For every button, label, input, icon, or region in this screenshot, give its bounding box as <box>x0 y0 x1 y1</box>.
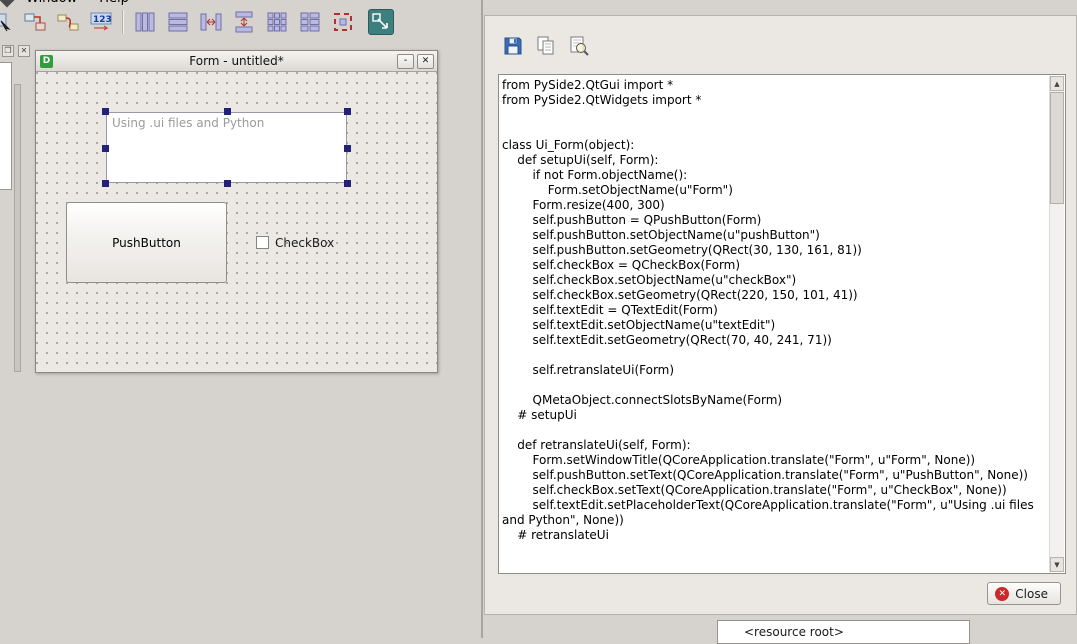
code-preview-dialog: from PySide2.QtGui import * from PySide2… <box>484 15 1077 615</box>
form-titlebar[interactable]: D Form - untitled* - ✕ <box>36 51 437 72</box>
layout-horizontal-icon[interactable] <box>133 10 157 34</box>
form-window-icon: D <box>40 55 53 68</box>
layout-grid-icon[interactable] <box>265 10 289 34</box>
menu-corner-icon <box>0 0 15 7</box>
resize-handle[interactable] <box>344 108 351 115</box>
scroll-up-icon[interactable]: ▲ <box>1050 76 1064 91</box>
splitter-horizontal-icon[interactable] <box>199 10 223 34</box>
close-window-button[interactable]: ✕ <box>417 54 434 69</box>
code-dialog-toolbar <box>501 34 591 58</box>
pushbutton-widget[interactable]: PushButton <box>66 202 227 283</box>
checkbox-box[interactable] <box>256 236 269 249</box>
save-icon[interactable] <box>501 34 525 58</box>
edit-signals-slots-icon[interactable] <box>23 10 47 34</box>
checkbox-label: CheckBox <box>275 236 334 250</box>
close-button-icon: ✕ <box>995 587 1009 601</box>
panel-divider <box>481 0 483 638</box>
dock-close-icon[interactable]: ✕ <box>18 45 30 57</box>
edit-tab-order-icon[interactable]: 123 <box>89 10 113 34</box>
resize-handle[interactable] <box>224 108 231 115</box>
resize-handle[interactable] <box>344 180 351 187</box>
edit-widgets-icon[interactable] <box>0 10 14 34</box>
layout-vertical-icon[interactable] <box>166 10 190 34</box>
menu-window[interactable]: Window <box>26 0 77 6</box>
close-button-label: Close <box>1015 587 1048 601</box>
resource-root-row[interactable]: <resource root> <box>717 620 970 644</box>
minimize-button[interactable]: - <box>397 54 414 69</box>
svg-text:123: 123 <box>93 15 112 25</box>
selection-handles <box>106 112 347 183</box>
resource-root-label: <resource root> <box>744 625 844 639</box>
widget-box-panel-sliver <box>0 62 12 190</box>
resize-handle[interactable] <box>224 180 231 187</box>
close-button[interactable]: ✕ Close <box>987 582 1061 605</box>
code-scrollbar[interactable]: ▲ ▼ <box>1049 76 1064 572</box>
resize-handle[interactable] <box>102 145 109 152</box>
form-window-title: Form - untitled* <box>36 54 437 68</box>
dock-float-icon[interactable]: ❐ <box>2 45 14 57</box>
qt-designer-window: { "menubar": { "items": ["Window", "Help… <box>0 0 1077 638</box>
edit-buddies-icon[interactable] <box>56 10 80 34</box>
scroll-down-icon[interactable]: ▼ <box>1050 557 1064 572</box>
resize-handle[interactable] <box>102 108 109 115</box>
resize-handle[interactable] <box>102 180 109 187</box>
copy-icon[interactable] <box>534 34 558 58</box>
generated-code: from PySide2.QtGui import * from PySide2… <box>502 78 1047 570</box>
menubar: Window Help <box>26 0 129 6</box>
main-toolbar: 123 <box>0 9 394 35</box>
checkbox-widget[interactable]: CheckBox <box>256 222 357 263</box>
splitter-vertical-icon[interactable] <box>232 10 256 34</box>
menu-help[interactable]: Help <box>99 0 129 6</box>
form-editor-window: D Form - untitled* - ✕ Using .ui files a… <box>35 50 438 373</box>
layout-form-icon[interactable] <box>298 10 322 34</box>
adjust-size-icon[interactable] <box>368 9 394 35</box>
code-text-area[interactable]: from PySide2.QtGui import * from PySide2… <box>498 74 1066 574</box>
dock-titlebar-buttons: ❐ ✕ <box>2 45 30 57</box>
find-in-code-icon[interactable] <box>567 34 591 58</box>
widget-box-scrollbar[interactable] <box>14 84 21 372</box>
toolbar-separator <box>122 10 124 34</box>
form-canvas[interactable]: Using .ui files and Python PushButton Ch… <box>36 72 437 372</box>
resize-handle[interactable] <box>344 145 351 152</box>
scrollbar-thumb[interactable] <box>1050 92 1064 204</box>
break-layout-icon[interactable] <box>331 10 355 34</box>
